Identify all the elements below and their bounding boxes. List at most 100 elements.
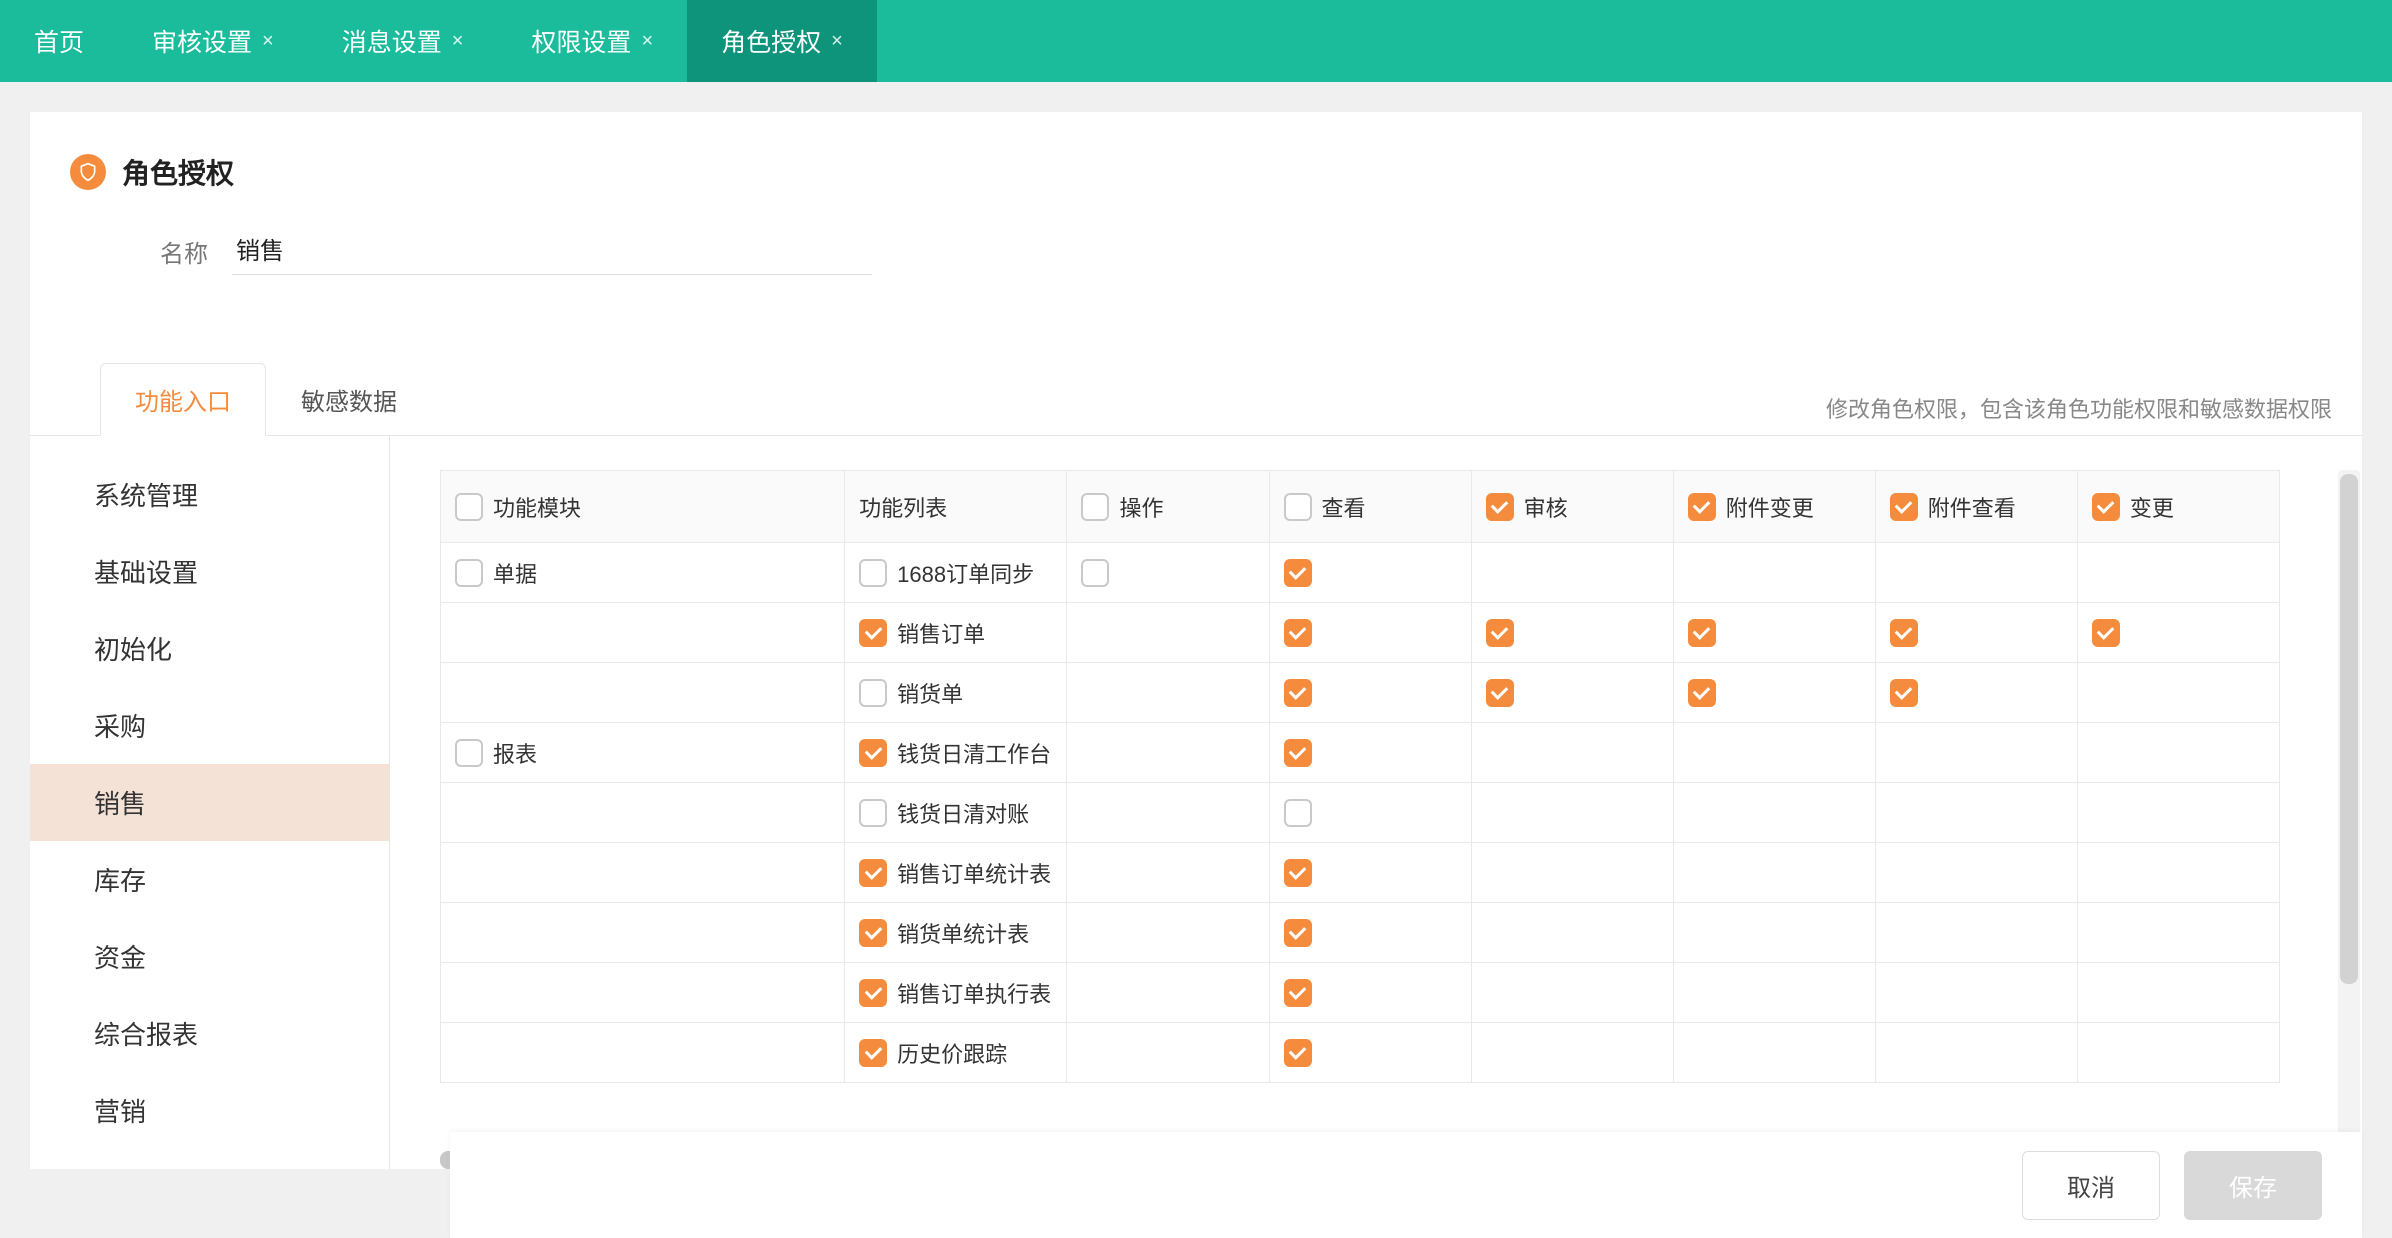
- permission-table: 功能模块功能列表操作查看审核附件变更附件查看变更 单据1688订单同步销售订单销…: [440, 470, 2280, 1083]
- vertical-scroll-thumb[interactable]: [2340, 474, 2358, 984]
- checkbox[interactable]: [1890, 619, 1918, 647]
- top-tab-0[interactable]: 首页: [0, 0, 118, 82]
- checkbox[interactable]: [1890, 679, 1918, 707]
- sidebar-item-8[interactable]: 营销: [30, 1072, 389, 1149]
- column-header-1: 功能列表: [845, 471, 1067, 543]
- module-cell: [441, 1023, 845, 1083]
- checkbox[interactable]: [859, 979, 887, 1007]
- top-tab-4[interactable]: 角色授权×: [687, 0, 877, 82]
- content-tab-0[interactable]: 功能入口: [100, 363, 266, 436]
- perm-cell-3: [1673, 903, 1875, 963]
- checkbox[interactable]: [1486, 619, 1514, 647]
- sidebar-item-5[interactable]: 库存: [30, 841, 389, 918]
- perm-cell-3: [1673, 1023, 1875, 1083]
- checkbox[interactable]: [859, 679, 887, 707]
- table-row: 销货单统计表: [441, 903, 2280, 963]
- perm-cell-3: [1673, 603, 1875, 663]
- perm-cell-1: [1269, 843, 1471, 903]
- sidebar-item-0[interactable]: 系统管理: [30, 456, 389, 533]
- close-icon[interactable]: ×: [262, 30, 274, 53]
- checkbox[interactable]: [1284, 919, 1312, 947]
- save-button[interactable]: 保存: [2184, 1151, 2322, 1220]
- top-tab-1[interactable]: 审核设置 ×: [118, 0, 308, 82]
- checkbox[interactable]: [859, 1039, 887, 1067]
- table-row: 历史价跟踪: [441, 1023, 2280, 1083]
- checkbox[interactable]: [1688, 493, 1716, 521]
- vertical-scrollbar[interactable]: [2338, 470, 2360, 1169]
- table-row: 销售订单执行表: [441, 963, 2280, 1023]
- top-tab-2[interactable]: 消息设置 ×: [308, 0, 498, 82]
- perm-cell-0: [1067, 723, 1269, 783]
- checkbox[interactable]: [1284, 619, 1312, 647]
- module-label: 报表: [493, 737, 537, 769]
- checkbox[interactable]: [455, 493, 483, 521]
- checkbox[interactable]: [1284, 493, 1312, 521]
- column-label: 功能模块: [493, 491, 581, 523]
- cancel-button[interactable]: 取消: [2022, 1151, 2160, 1220]
- perm-cell-2: [1471, 903, 1673, 963]
- checkbox[interactable]: [1284, 739, 1312, 767]
- sidebar-item-3[interactable]: 采购: [30, 687, 389, 764]
- module-cell: 单据: [441, 543, 845, 603]
- checkbox[interactable]: [1890, 493, 1918, 521]
- checkbox[interactable]: [1284, 1039, 1312, 1067]
- feature-label: 历史价跟踪: [897, 1037, 1007, 1069]
- feature-label: 钱货日清对账: [897, 797, 1029, 829]
- table-row: 销售订单: [441, 603, 2280, 663]
- close-icon[interactable]: ×: [831, 30, 843, 53]
- module-cell: [441, 843, 845, 903]
- perm-cell-4: [1875, 963, 2077, 1023]
- checkbox[interactable]: [1688, 679, 1716, 707]
- column-label: 审核: [1524, 491, 1568, 523]
- sidebar-item-4[interactable]: 销售: [30, 764, 389, 841]
- close-icon[interactable]: ×: [452, 30, 464, 53]
- perm-cell-2: [1471, 963, 1673, 1023]
- checkbox[interactable]: [2092, 493, 2120, 521]
- checkbox[interactable]: [1486, 493, 1514, 521]
- sidebar-item-6[interactable]: 资金: [30, 918, 389, 995]
- sidebar-item-7[interactable]: 综合报表: [30, 995, 389, 1072]
- content-tab-1[interactable]: 敏感数据: [266, 363, 432, 436]
- checkbox[interactable]: [859, 739, 887, 767]
- perm-cell-0: [1067, 1023, 1269, 1083]
- checkbox[interactable]: [1486, 679, 1514, 707]
- top-tab-label: 首页: [34, 23, 84, 59]
- perm-cell-4: [1875, 1023, 2077, 1083]
- checkbox[interactable]: [455, 559, 483, 587]
- top-tab-3[interactable]: 权限设置×: [497, 0, 687, 82]
- column-header-2: 操作: [1067, 471, 1269, 543]
- checkbox[interactable]: [1284, 859, 1312, 887]
- perm-cell-1: [1269, 603, 1471, 663]
- sidebar-item-1[interactable]: 基础设置: [30, 533, 389, 610]
- perm-cell-4: [1875, 783, 2077, 843]
- column-header-3: 查看: [1269, 471, 1471, 543]
- checkbox[interactable]: [1284, 979, 1312, 1007]
- checkbox[interactable]: [455, 739, 483, 767]
- feature-label: 销货单统计表: [897, 917, 1029, 949]
- checkbox[interactable]: [1081, 559, 1109, 587]
- top-tab-label: 审核设置: [152, 23, 252, 59]
- checkbox[interactable]: [859, 919, 887, 947]
- perm-cell-5: [2077, 723, 2279, 783]
- perm-cell-0: [1067, 843, 1269, 903]
- checkbox[interactable]: [1688, 619, 1716, 647]
- checkbox[interactable]: [1284, 679, 1312, 707]
- checkbox[interactable]: [1081, 493, 1109, 521]
- top-tabs: 首页审核设置×消息设置×权限设置×角色授权×: [0, 0, 2392, 82]
- top-tab-label: 消息设置: [342, 23, 442, 59]
- footer: 取消 保存: [450, 1132, 2362, 1238]
- close-icon[interactable]: ×: [641, 30, 653, 53]
- checkbox[interactable]: [859, 559, 887, 587]
- checkbox[interactable]: [859, 859, 887, 887]
- sidebar-item-2[interactable]: 初始化: [30, 610, 389, 687]
- card: 角色授权 名称 功能入口敏感数据 修改角色权限，包含该角色功能权限和敏感数据权限…: [30, 112, 2362, 1169]
- feature-label: 销售订单统计表: [897, 857, 1051, 889]
- checkbox[interactable]: [1284, 799, 1312, 827]
- checkbox[interactable]: [1284, 559, 1312, 587]
- checkbox[interactable]: [859, 619, 887, 647]
- module-cell: [441, 783, 845, 843]
- name-input[interactable]: [232, 228, 872, 275]
- checkbox[interactable]: [2092, 619, 2120, 647]
- perm-cell-5: [2077, 903, 2279, 963]
- checkbox[interactable]: [859, 799, 887, 827]
